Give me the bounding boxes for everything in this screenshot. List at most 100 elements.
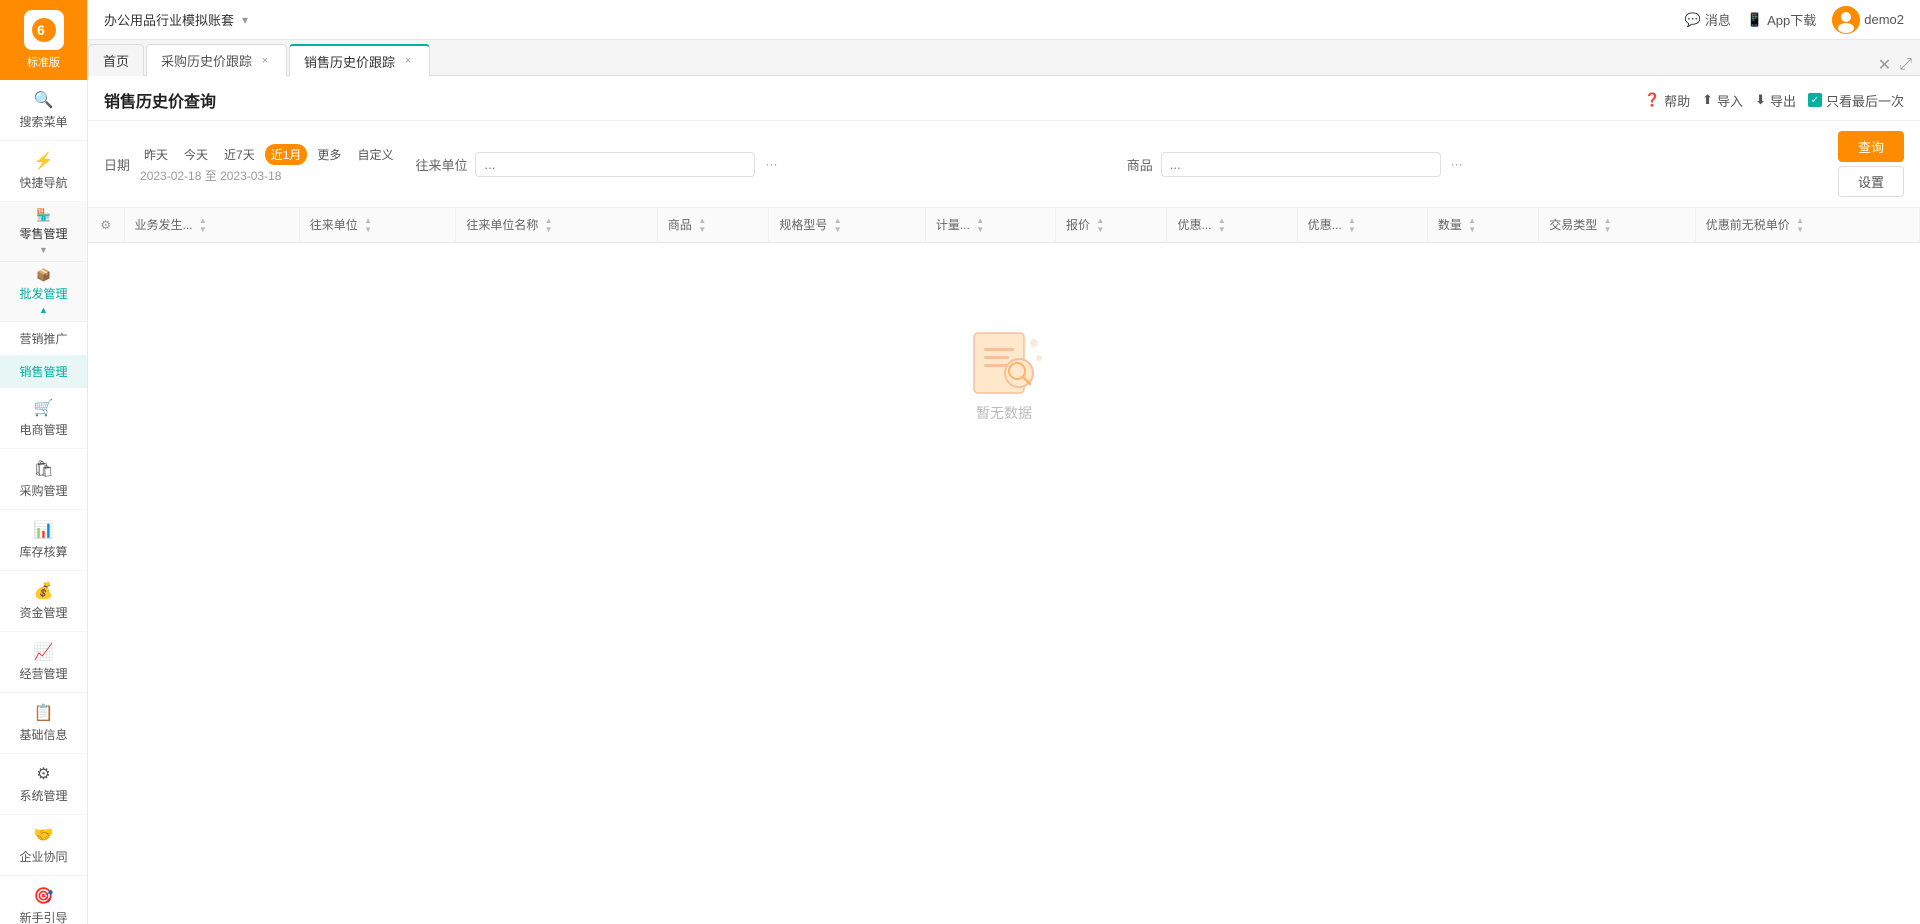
sidebar-item-label: 采购管理 — [19, 482, 67, 499]
export-button[interactable]: ⬇ 导出 — [1755, 91, 1796, 110]
date-buttons: 昨天 今天 近7天 近1月 更多 自定义 — [138, 144, 399, 165]
sidebar-item-label: 经营管理 — [19, 665, 67, 682]
finance-icon: 💰 — [34, 581, 54, 601]
sort-icon-spec: ▲▼ — [834, 217, 842, 234]
sort-icon-price: ▲▼ — [1096, 217, 1104, 234]
sidebar-item-operations[interactable]: 📈 经营管理 — [0, 632, 87, 693]
date-btn-today[interactable]: 今天 — [178, 144, 214, 165]
chevron-down-icon: ▼ — [39, 245, 48, 255]
app-dropdown-button[interactable]: ▾ — [242, 13, 248, 27]
sidebar-item-basic-info[interactable]: 📋 基础信息 — [0, 693, 87, 754]
only-last-checkbox[interactable]: 只看最后一次 — [1808, 91, 1904, 110]
sidebar-item-system[interactable]: ⚙ 系统管理 — [0, 754, 87, 815]
message-label: 消息 — [1705, 10, 1731, 29]
partner-input[interactable] — [475, 152, 755, 177]
partner-filter-group: 往来单位 ··· — [415, 152, 1110, 177]
checkbox-checked-icon — [1808, 93, 1822, 107]
tab-home[interactable]: 首页 — [88, 44, 144, 76]
purchase-icon: 🛍 — [33, 459, 53, 479]
filter-settings-button[interactable]: 设置 — [1838, 166, 1904, 197]
operations-icon: 📈 — [34, 642, 54, 662]
sort-icon-qty: ▲▼ — [1468, 217, 1476, 234]
topbar-left: 办公用品行业模拟账套 ▾ — [104, 10, 248, 29]
goods-input[interactable] — [1161, 152, 1441, 177]
sidebar-logo: 6 标准版 — [0, 0, 88, 80]
date-btn-7days[interactable]: 近7天 — [218, 144, 261, 165]
table-col-settings[interactable]: ⚙ — [88, 208, 124, 243]
table-col-trade-type[interactable]: 交易类型 ▲▼ — [1539, 208, 1696, 243]
sidebar-item-wholesale-mgmt[interactable]: 📦 批发管理 ▲ — [0, 262, 87, 322]
help-icon: ❓ — [1644, 92, 1660, 108]
sidebar-item-purchase[interactable]: 🛍 采购管理 — [0, 449, 87, 510]
table-col-price[interactable]: 报价 ▲▼ — [1056, 208, 1167, 243]
sort-icon-unit: ▲▼ — [976, 217, 984, 234]
date-btn-custom[interactable]: 自定义 — [351, 144, 399, 165]
tab-purchase-close[interactable]: × — [258, 54, 272, 68]
tab-actions: ✕ ⤢ — [1878, 55, 1920, 75]
date-btn-more[interactable]: 更多 — [311, 144, 347, 165]
svg-text:6: 6 — [37, 22, 45, 38]
col-partner-name-label: 往来单位名称 — [466, 218, 538, 232]
partner-filter-label: 往来单位 — [415, 155, 467, 174]
tab-sales-history[interactable]: 销售历史价跟踪 × — [289, 44, 430, 76]
new-guide-icon: 🎯 — [34, 886, 54, 906]
tabbar: 首页 采购历史价跟踪 × 销售历史价跟踪 × ✕ ⤢ — [88, 40, 1920, 76]
tab-sales-close[interactable]: × — [401, 54, 415, 68]
ecommerce-icon: 🛒 — [34, 398, 54, 418]
table-col-qty[interactable]: 数量 ▲▼ — [1427, 208, 1538, 243]
goods-more-icon[interactable]: ··· — [1451, 157, 1463, 171]
sidebar-item-label: 新手引导 — [19, 909, 67, 924]
user-menu[interactable]: demo2 — [1832, 6, 1904, 34]
page-content: 销售历史价查询 ❓ 帮助 ⬆ 导入 ⬇ 导出 只看最后一次 — [88, 76, 1920, 924]
sort-icon-discount1: ▲▼ — [1218, 217, 1226, 234]
table-col-goods[interactable]: 商品 ▲▼ — [657, 208, 768, 243]
data-table: ⚙ 业务发生... ▲▼ 往来单位 ▲▼ 往来单位名称 ▲▼ — [88, 208, 1920, 243]
filter-bar: 日期 昨天 今天 近7天 近1月 更多 自定义 2023-02-18 至 202… — [88, 121, 1920, 208]
tab-close-all-button[interactable]: ✕ — [1878, 55, 1891, 75]
table-col-partner-name[interactable]: 往来单位名称 ▲▼ — [456, 208, 658, 243]
inventory-icon: 📊 — [34, 520, 54, 540]
sidebar-item-ecommerce[interactable]: 🛒 电商管理 — [0, 388, 87, 449]
table-col-biz-date[interactable]: 业务发生... ▲▼ — [124, 208, 299, 243]
help-button[interactable]: ❓ 帮助 — [1644, 91, 1690, 110]
table-col-discount2[interactable]: 优惠... ▲▼ — [1297, 208, 1427, 243]
date-btn-yesterday[interactable]: 昨天 — [138, 144, 174, 165]
sidebar-item-label: 资金管理 — [19, 604, 67, 621]
sidebar-item-new-guide[interactable]: 🎯 新手引导 — [0, 876, 87, 924]
date-range-text: 2023-02-18 至 2023-03-18 — [140, 167, 399, 184]
sidebar-item-label: 营销推广 — [19, 330, 67, 347]
sidebar-item-marketing[interactable]: 营销推广 — [0, 322, 87, 355]
date-btn-1month[interactable]: 近1月 — [265, 144, 308, 165]
message-button[interactable]: 💬 消息 — [1685, 10, 1731, 29]
sidebar-item-search-menu[interactable]: 🔍 搜索菜单 — [0, 80, 87, 141]
col-qty-label: 数量 — [1438, 218, 1462, 232]
tab-maximize-button[interactable]: ⤢ — [1899, 56, 1912, 74]
sidebar-item-retail-mgmt[interactable]: 🏪 零售管理 ▼ — [0, 202, 87, 262]
table-container: ⚙ 业务发生... ▲▼ 往来单位 ▲▼ 往来单位名称 ▲▼ — [88, 208, 1920, 503]
query-button[interactable]: 查询 — [1838, 131, 1904, 162]
table-col-unit[interactable]: 计量... ▲▼ — [925, 208, 1055, 243]
import-icon: ⬆ — [1702, 92, 1713, 108]
sidebar-item-label: 基础信息 — [19, 726, 67, 743]
sidebar-item-label: 快捷导航 — [19, 174, 67, 191]
col-biz-date-label: 业务发生... — [135, 218, 193, 232]
sidebar-item-label: 系统管理 — [19, 787, 67, 804]
table-col-spec[interactable]: 规格型号 ▲▼ — [769, 208, 926, 243]
tab-purchase-history[interactable]: 采购历史价跟踪 × — [146, 44, 287, 76]
table-col-pretax-price[interactable]: 优惠前无税单价 ▲▼ — [1695, 208, 1919, 243]
page-actions: ❓ 帮助 ⬆ 导入 ⬇ 导出 只看最后一次 — [1644, 91, 1904, 110]
sidebar-item-enterprise[interactable]: 🤝 企业协同 — [0, 815, 87, 876]
sidebar-item-label: 电商管理 — [19, 421, 67, 438]
partner-more-icon[interactable]: ··· — [765, 157, 777, 171]
import-button[interactable]: ⬆ 导入 — [1702, 91, 1743, 110]
sidebar-item-sales-mgmt[interactable]: 销售管理 — [0, 355, 87, 388]
app-download-button[interactable]: 📱 App下载 — [1747, 10, 1816, 29]
export-icon: ⬇ — [1755, 92, 1766, 108]
table-col-partner-code[interactable]: 往来单位 ▲▼ — [299, 208, 456, 243]
table-col-discount1[interactable]: 优惠... ▲▼ — [1167, 208, 1297, 243]
basic-info-icon: 📋 — [34, 703, 54, 723]
sidebar-item-quick-nav[interactable]: ⚡ 快捷导航 — [0, 141, 87, 202]
sidebar-item-finance[interactable]: 💰 资金管理 — [0, 571, 87, 632]
sidebar-item-inventory[interactable]: 📊 库存核算 — [0, 510, 87, 571]
logo-text: 标准版 — [27, 54, 60, 70]
